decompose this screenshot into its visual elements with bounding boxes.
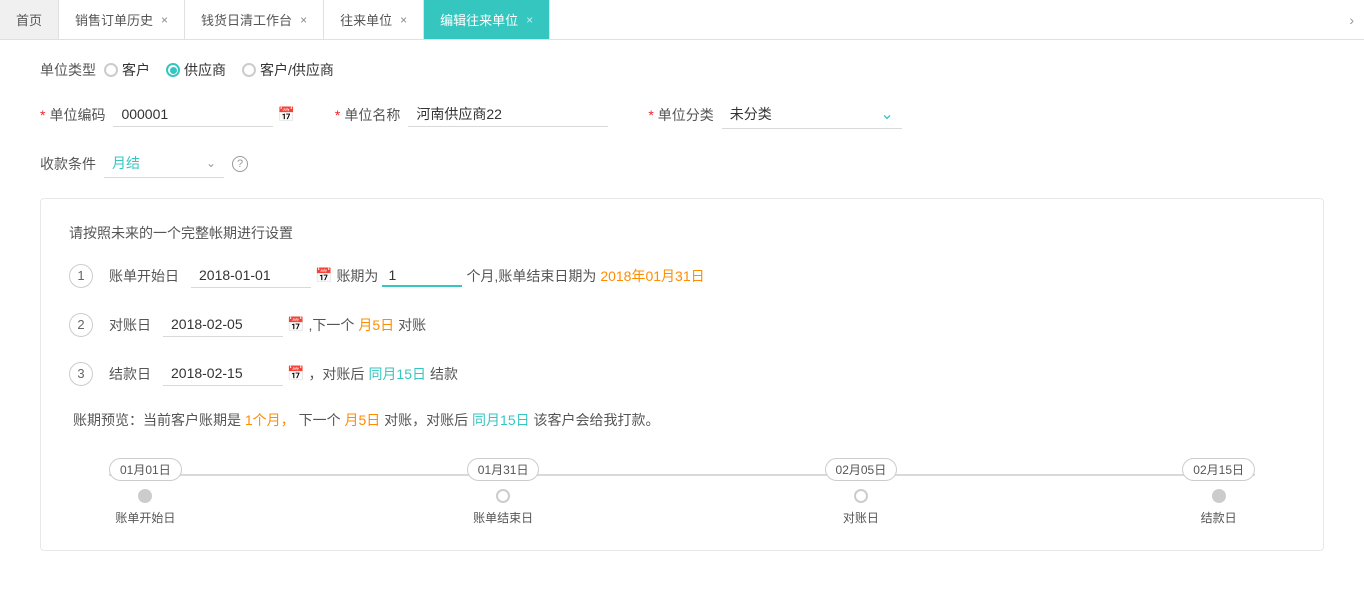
unit-classify-dropdown[interactable]: 未分类 ⌄ (722, 100, 902, 129)
tab-bar: 首页 销售订单历史 × 钱货日清工作台 × 往来单位 × 编辑往来单位 × › (0, 0, 1364, 40)
payment-terms-value: 月结 (112, 153, 198, 173)
timeline-badge-1: 01月31日 (467, 458, 540, 481)
radio-label-supplier: 供应商 (184, 60, 226, 80)
timeline-dot-3 (1212, 489, 1226, 503)
preview-suffix: 该客户会给我打款。 (534, 412, 660, 428)
preview-label: 账期预览：当前客户账期是 (73, 412, 241, 428)
panel-title: 请按照未来的一个完整帐期进行设置 (69, 223, 1295, 243)
step-1-date-input[interactable] (191, 263, 311, 288)
step-2-row: 2 对账日 📅 ,下一个 月5日 对账 (69, 312, 1295, 337)
help-icon[interactable]: ? (232, 156, 248, 172)
step-3-date-input[interactable] (163, 361, 283, 386)
timeline-point-3: 02月15日 结款日 (1182, 458, 1255, 526)
step-1-period-input[interactable] (382, 265, 462, 287)
step-3-row: 3 结款日 📅 ，对账后 同月15日 结款 (69, 361, 1295, 386)
step-2-before-text: ,下一个 (308, 315, 354, 335)
unit-info-row: * 单位编码 📅 * 单位名称 * 单位分类 未分类 ⌄ (40, 100, 1324, 129)
step-3-highlight: 同月15日 (368, 364, 426, 384)
step-1-row: 1 账单开始日 📅 账期为 个月,账单结束日期为 2018年01月31日 (69, 263, 1295, 288)
unit-code-label: 单位编码 (49, 105, 105, 125)
timeline-badge-3: 02月15日 (1182, 458, 1255, 481)
step-2-label: 对账日 (109, 315, 151, 335)
timeline-dot-0 (138, 489, 152, 503)
timeline-label-1: 账单结束日 (473, 509, 533, 526)
settings-panel: 请按照未来的一个完整帐期进行设置 1 账单开始日 📅 账期为 个月,账单结束日期… (40, 198, 1324, 551)
timeline-label-3: 结款日 (1201, 509, 1237, 526)
radio-customer[interactable]: 客户 (104, 60, 150, 80)
timeline-label-2: 对账日 (843, 509, 879, 526)
tab-sales-history[interactable]: 销售订单历史 × (59, 0, 185, 39)
unit-name-input[interactable] (408, 102, 608, 127)
radio-both[interactable]: 客户/供应商 (242, 60, 334, 80)
step-1-mid-text: 账期为 (336, 266, 378, 286)
radio-label-customer: 客户 (122, 60, 150, 80)
unit-name-label: 单位名称 (344, 105, 400, 125)
step-1-end-date: 2018年01月31日 (600, 266, 704, 286)
preview-period: 1个月， (245, 412, 295, 428)
tab-edit-partner[interactable]: 编辑往来单位 × (424, 0, 550, 39)
tab-close-sales-history[interactable]: × (161, 13, 168, 27)
payment-terms-select[interactable]: 月结 ⌄ (104, 149, 224, 178)
preview-reconcile-date: 月5日 (344, 412, 380, 428)
timeline-point-0: 01月01日 账单开始日 (109, 458, 182, 526)
step-1-suffix-text: 个月,账单结束日期为 (466, 266, 596, 286)
tab-close-cash-work[interactable]: × (300, 13, 307, 27)
unit-code-input[interactable] (113, 102, 273, 127)
step-2-calendar-icon[interactable]: 📅 (287, 316, 304, 333)
tab-expand-button[interactable]: › (1339, 0, 1364, 39)
step-3-label: 结款日 (109, 364, 151, 384)
timeline-dot-1 (496, 489, 510, 503)
select-arrow-icon: ⌄ (206, 156, 216, 170)
main-content: 单位类型 客户 供应商 客户/供应商 * 单位编码 📅 * 单位名称 (0, 40, 1364, 608)
step-3-before-text: ，对账后 (308, 364, 364, 384)
unit-type-label: 单位类型 (40, 60, 96, 80)
step-2-num: 2 (69, 313, 93, 337)
radio-label-both: 客户/供应商 (260, 60, 334, 80)
radio-supplier[interactable]: 供应商 (166, 60, 226, 80)
timeline: 01月01日 账单开始日 01月31日 账单结束日 02月05日 对账日 02月… (69, 458, 1295, 526)
preview-text: 账期预览：当前客户账期是 1个月， 下一个 月5日 对账，对账后 同月15日 该… (69, 410, 1295, 430)
unit-classify-label: 单位分类 (658, 105, 714, 125)
tab-cash-work[interactable]: 钱货日清工作台 × (185, 0, 324, 39)
timeline-badge-2: 02月05日 (825, 458, 898, 481)
tab-home[interactable]: 首页 (0, 0, 59, 39)
payment-terms-row: 收款条件 月结 ⌄ ? (40, 149, 1324, 178)
preview-reconcile-post: 对账，对账后 (384, 412, 468, 428)
payment-terms-label: 收款条件 (40, 154, 96, 174)
tab-close-edit-partner[interactable]: × (526, 13, 533, 27)
step-3-after-text: 结款 (430, 364, 458, 384)
step-1-num: 1 (69, 264, 93, 288)
tab-partner-unit[interactable]: 往来单位 × (324, 0, 424, 39)
step-1-calendar-icon[interactable]: 📅 (315, 267, 332, 284)
unit-classify-group: * 单位分类 未分类 ⌄ (648, 100, 901, 129)
timeline-point-1: 01月31日 账单结束日 (467, 458, 540, 526)
unit-type-row: 单位类型 客户 供应商 客户/供应商 (40, 60, 1324, 80)
unit-code-group: * 单位编码 📅 (40, 102, 295, 127)
step-3-calendar-icon[interactable]: 📅 (287, 365, 304, 382)
step-2-date-input[interactable] (163, 312, 283, 337)
timeline-point-2: 02月05日 对账日 (825, 458, 898, 526)
step-2-highlight: 月5日 (358, 315, 394, 335)
tab-close-partner-unit[interactable]: × (400, 13, 407, 27)
unit-classify-value: 未分类 (730, 104, 881, 124)
classify-arrow-icon: ⌄ (880, 104, 893, 124)
unit-code-icon[interactable]: 📅 (277, 106, 294, 123)
unit-type-radio-group: 客户 供应商 客户/供应商 (104, 60, 334, 80)
timeline-badge-0: 01月01日 (109, 458, 182, 481)
step-3-num: 3 (69, 362, 93, 386)
unit-name-group: * 单位名称 (335, 102, 608, 127)
radio-circle-supplier (166, 63, 180, 77)
radio-circle-customer (104, 63, 118, 77)
radio-circle-both (242, 63, 256, 77)
timeline-label-0: 账单开始日 (115, 509, 175, 526)
step-2-after-text: 对账 (398, 315, 426, 335)
timeline-dot-2 (854, 489, 868, 503)
preview-reconcile-pre: 下一个 (299, 412, 341, 428)
timeline-points: 01月01日 账单开始日 01月31日 账单结束日 02月05日 对账日 02月… (109, 458, 1255, 526)
preview-payment: 同月15日 (472, 412, 530, 428)
step-1-label: 账单开始日 (109, 266, 179, 286)
